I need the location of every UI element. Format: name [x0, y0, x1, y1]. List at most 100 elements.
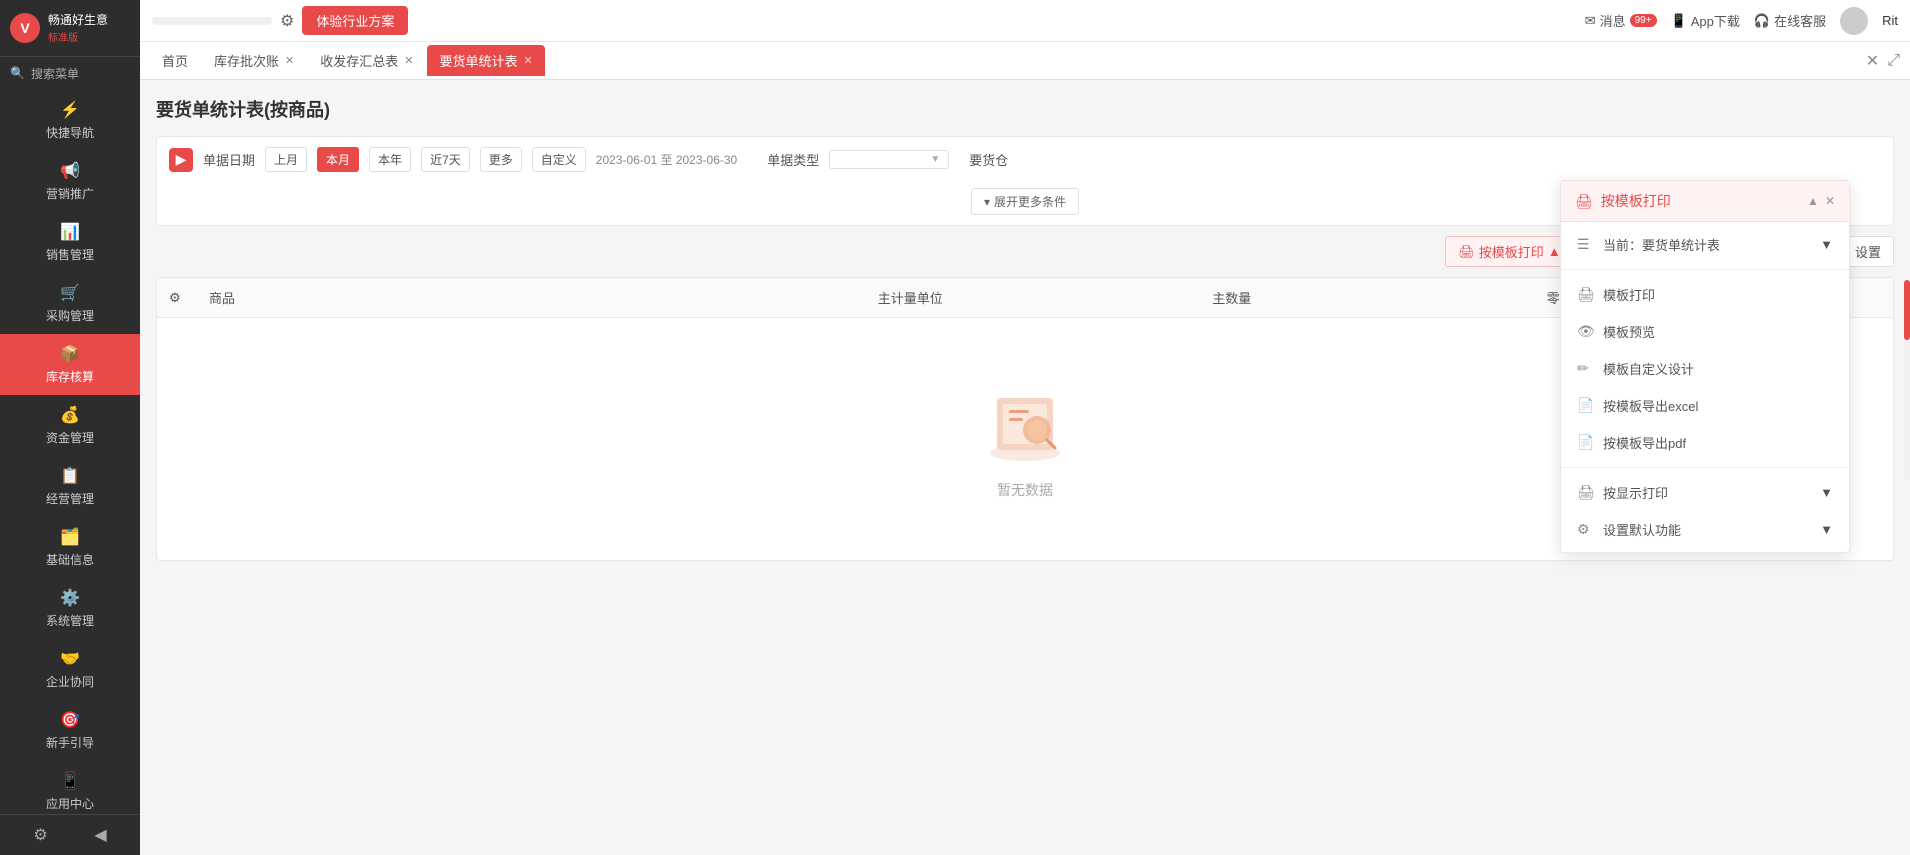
sidebar-item-label: 应用中心: [46, 795, 94, 812]
sidebar-item-marketing[interactable]: 📢 营销推广: [0, 151, 140, 212]
dropdown-extra-items: 🖨 按显示打印 ▼ ⚙ 设置默认功能 ▼: [1561, 470, 1849, 552]
topbar-gear-icon[interactable]: ⚙: [280, 11, 294, 31]
date-filter-label: 单据日期: [203, 150, 255, 169]
current-template-item[interactable]: ☰ 当前：要货单统计表 ▼: [1561, 226, 1849, 263]
display-print-left: 🖨 按显示打印: [1577, 483, 1668, 502]
date-range-display: 2023-06-01 至 2023-06-30: [596, 151, 737, 168]
order-type-select[interactable]: ▼: [829, 150, 949, 169]
sales-icon: 📊: [60, 222, 80, 242]
online-service-item[interactable]: 🎧 在线客服: [1754, 11, 1826, 30]
dropdown-current-template: ☰ 当前：要货单统计表 ▼: [1561, 222, 1849, 267]
sidebar-item-appstore[interactable]: 📱 应用中心: [0, 761, 140, 814]
tab-batch-account-close[interactable]: ✕: [285, 54, 294, 67]
trial-button[interactable]: 体验行业方案: [302, 6, 408, 35]
set-default-label: 设置默认功能: [1603, 520, 1681, 539]
tab-batch-account[interactable]: 库存批次账 ✕: [202, 45, 306, 76]
sidebar-item-label: 快捷导航: [46, 124, 94, 141]
th-settings[interactable]: ⚙: [169, 290, 209, 306]
date-btn-last-month[interactable]: 上月: [265, 147, 307, 172]
date-btn-current-year[interactable]: 本年: [369, 147, 411, 172]
messages-icon: ✉: [1585, 13, 1596, 29]
date-btn-current-month[interactable]: 本月: [317, 147, 359, 172]
date-btn-more[interactable]: 更多: [480, 147, 522, 172]
dropdown-close-icon[interactable]: ✕: [1825, 194, 1835, 208]
app-name-block: 畅通好生意 标准版: [48, 12, 108, 44]
scrollbar-right[interactable]: [1904, 280, 1910, 480]
settings-footer-icon[interactable]: ⚙: [33, 825, 47, 845]
user-avatar[interactable]: [1840, 7, 1868, 35]
sidebar-item-label: 系统管理: [46, 612, 94, 629]
app-download-item[interactable]: 📱 App下载: [1671, 11, 1740, 30]
current-template-left: ☰ 当前：要货单统计表: [1577, 235, 1720, 254]
sidebar-item-sales[interactable]: 📊 销售管理: [0, 212, 140, 273]
tab-order-stats[interactable]: 要货单统计表 ✕: [427, 45, 544, 76]
template-print-icon: 🖨: [1577, 286, 1593, 303]
topbar-right: ✉ 消息 99+ 📱 App下载 🎧 在线客服 Rit: [1585, 7, 1898, 35]
sidebar-item-quick-nav[interactable]: ⚡ 快捷导航: [0, 90, 140, 151]
tab-close-all-icon[interactable]: ✕: [1866, 51, 1879, 71]
dropdown-up-arrow-icon[interactable]: ▲: [1807, 194, 1819, 208]
sidebar-item-inventory[interactable]: 📦 库存核算: [0, 334, 140, 395]
dropdown-header: 🖨 按模板打印 ▲ ✕: [1561, 181, 1849, 222]
tab-collection-summary[interactable]: 收发存汇总表 ✕: [308, 45, 425, 76]
date-btn-last-7-days[interactable]: 近7天: [421, 147, 470, 172]
tab-maximize-icon[interactable]: ⤢: [1887, 52, 1900, 70]
date-btn-custom[interactable]: 自定义: [532, 147, 586, 172]
template-design-icon: ✏: [1577, 360, 1593, 377]
app-logo-icon: V: [10, 13, 40, 43]
headset-icon: 🎧: [1754, 13, 1770, 29]
sidebar-item-purchase[interactable]: 🛒 采购管理: [0, 273, 140, 334]
dropdown-item-label: 按模板导出pdf: [1603, 433, 1686, 452]
finance-icon: 💰: [60, 405, 80, 425]
empty-icon: [975, 378, 1075, 468]
tab-order-stats-close[interactable]: ✕: [524, 54, 533, 67]
app-name: 畅通好生意: [48, 12, 108, 29]
page-content: 要货单统计表(按商品) ▶ 单据日期 上月 本月 本年 近7天 更多 自定义 2…: [140, 80, 1910, 855]
sidebar-item-operation[interactable]: 📋 经营管理: [0, 456, 140, 517]
search-menu-label: 搜索菜单: [31, 65, 79, 82]
scrollbar-thumb[interactable]: [1904, 280, 1910, 340]
set-default-icon: ⚙: [1577, 521, 1593, 538]
dropdown-template-items: 🖨 模板打印 👁 模板预览 ✏ 模板自定义设计 📄 按模板导出excel 📄: [1561, 272, 1849, 465]
dropdown-item-set-default[interactable]: ⚙ 设置默认功能 ▼: [1561, 511, 1849, 548]
tab-home[interactable]: 首页: [150, 45, 200, 76]
dropdown-item-export-excel[interactable]: 📄 按模板导出excel: [1561, 387, 1849, 424]
sidebar-item-basic[interactable]: 🗂️ 基础信息: [0, 517, 140, 578]
expand-more-button[interactable]: ▾ 展开更多条件: [971, 188, 1079, 215]
dropdown-divider-1: [1561, 269, 1849, 270]
sidebar-item-finance[interactable]: 💰 资金管理: [0, 395, 140, 456]
th-qty: 主数量: [1212, 288, 1546, 307]
sidebar-item-label: 库存核算: [46, 368, 94, 385]
sidebar-item-enterprise[interactable]: 🤝 企业协同: [0, 639, 140, 700]
messages-item[interactable]: ✉ 消息 99+: [1585, 11, 1657, 30]
display-print-label: 按显示打印: [1603, 483, 1668, 502]
dropdown-item-export-pdf[interactable]: 📄 按模板导出pdf: [1561, 424, 1849, 461]
sidebar-item-system[interactable]: ⚙️ 系统管理: [0, 578, 140, 639]
quick-nav-icon: ⚡: [60, 100, 80, 120]
topbar-search-box[interactable]: [152, 17, 272, 25]
collapse-icon[interactable]: ◀: [94, 825, 106, 845]
operation-icon: 📋: [60, 466, 80, 486]
dropdown-item-label: 按模板导出excel: [1603, 396, 1698, 415]
dropdown-item-template-preview[interactable]: 👁 模板预览: [1561, 313, 1849, 350]
sidebar-footer: ⚙ ◀: [0, 814, 140, 855]
sidebar-item-label: 基础信息: [46, 551, 94, 568]
dropdown-item-template-design[interactable]: ✏ 模板自定义设计: [1561, 350, 1849, 387]
th-unit: 主计量单位: [878, 288, 1212, 307]
dropdown-item-display-print[interactable]: 🖨 按显示打印 ▼: [1561, 474, 1849, 511]
tab-collection-summary-close[interactable]: ✕: [404, 54, 413, 67]
pdf-icon: 📄: [1577, 434, 1593, 451]
dropdown-menu: 🖨 按模板打印 ▲ ✕ ☰ 当前：要货单统计表 ▼: [1560, 180, 1850, 553]
excel-icon: 📄: [1577, 397, 1593, 414]
dropdown-item-template-print[interactable]: 🖨 模板打印: [1561, 276, 1849, 313]
current-template-label: 当前：要货单统计表: [1603, 235, 1720, 254]
cargo-label: 要货仓: [969, 150, 1008, 169]
display-print-arrow-icon: ▼: [1820, 485, 1833, 500]
print-btn[interactable]: 🖨 按模板打印 ▲: [1445, 236, 1573, 267]
topbar: ⚙ 体验行业方案 ✉ 消息 99+ 📱 App下载 🎧 在线客服 Rit: [140, 0, 1910, 42]
template-preview-icon: 👁: [1577, 323, 1593, 340]
search-menu-item[interactable]: 🔍 搜索菜单: [0, 57, 140, 90]
sidebar-item-guide[interactable]: 🎯 新手引导: [0, 700, 140, 761]
filter-expand-icon[interactable]: ▶: [169, 148, 193, 172]
sidebar-item-label: 经营管理: [46, 490, 94, 507]
